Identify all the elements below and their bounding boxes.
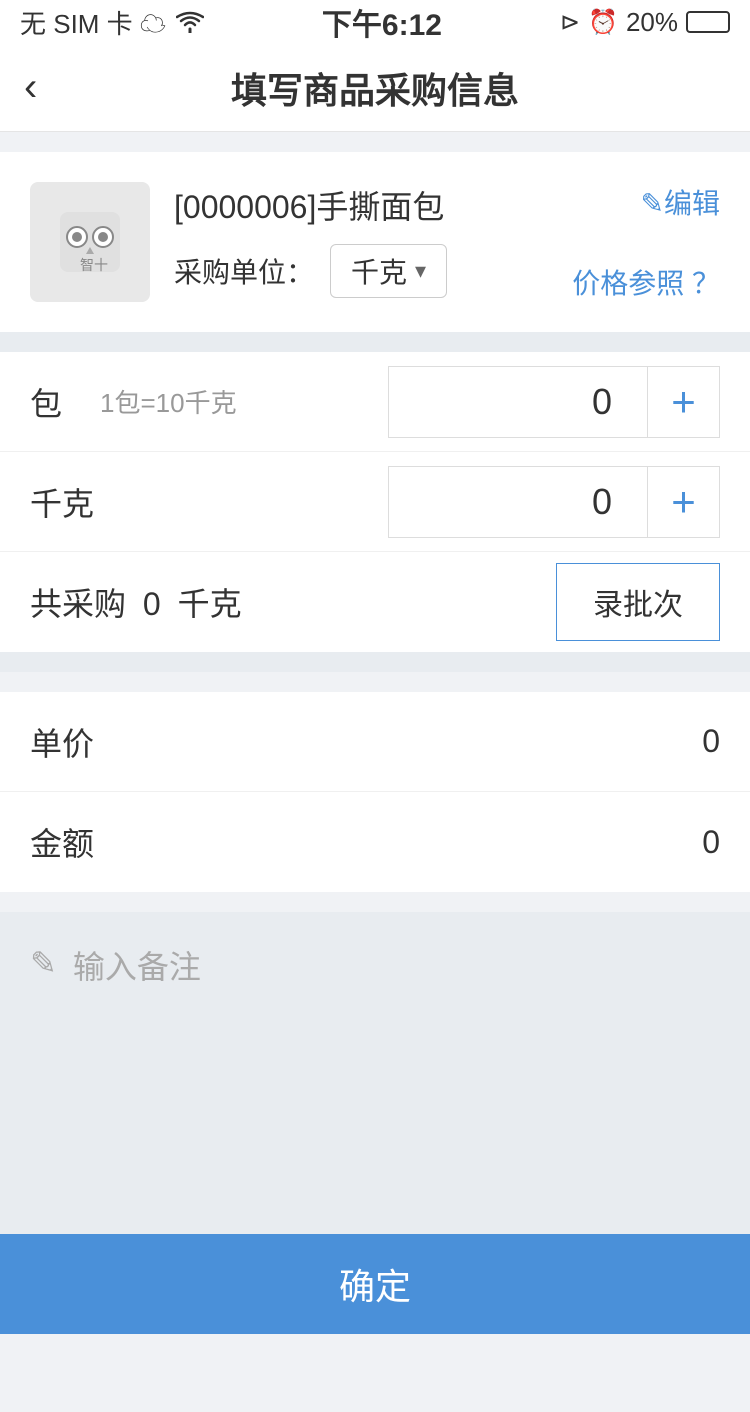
price-section: 单价 0 金额 0	[0, 692, 750, 892]
kg-plus-button[interactable]: +	[648, 466, 720, 538]
back-button[interactable]: ‹	[24, 65, 37, 110]
bag-input-row: 包 1包=10千克 +	[0, 352, 750, 452]
status-left: 无 SIM 卡 ☁	[20, 4, 204, 41]
unit-price-value: 0	[702, 723, 720, 760]
sim-status: 无 SIM 卡 ☁	[20, 4, 166, 41]
alarm-icon: ⏰	[588, 8, 618, 37]
kg-input-right: +	[388, 466, 720, 538]
total-row: 共采购 0 千克 录批次	[0, 552, 750, 652]
product-card: 智十 [0000006]手撕面包 采购单位： 千克 ▾ ✎编辑 价格参照 ？	[0, 152, 750, 332]
kg-input-row: 千克 +	[0, 452, 750, 552]
divider-band-2	[0, 652, 750, 672]
unit-price-row: 单价 0	[0, 692, 750, 792]
edit-button[interactable]: ✎编辑	[641, 182, 720, 222]
bag-label: 包	[30, 379, 90, 425]
total-label: 共采购 0 千克	[30, 579, 242, 625]
bag-plus-button[interactable]: +	[648, 366, 720, 438]
svg-text:智十: 智十	[80, 257, 108, 273]
remark-pencil-icon: ✎	[30, 944, 57, 982]
wifi-icon	[176, 11, 204, 33]
total-prefix: 共采购	[30, 586, 126, 622]
product-name: [0000006]手撕面包	[174, 182, 720, 228]
record-batch-button[interactable]: 录批次	[556, 563, 720, 641]
status-bar: 无 SIM 卡 ☁ 下午6:12 ⊳ ⏰ 20%	[0, 0, 750, 44]
unit-select[interactable]: 千克 ▾	[330, 244, 447, 298]
confirm-button[interactable]: 确定	[339, 1258, 411, 1310]
page-title: 填写商品采购信息	[231, 62, 519, 114]
battery-percent: 20%	[626, 7, 678, 38]
total-amount: 0	[143, 586, 161, 622]
price-reference-button[interactable]: 价格参照 ？	[572, 262, 720, 302]
product-logo: 智十	[50, 202, 130, 282]
nav-bar: ‹ 填写商品采购信息	[0, 44, 750, 132]
product-image: 智十	[30, 182, 150, 302]
unit-price-label: 单价	[30, 719, 94, 765]
unit-arrow: ▾	[415, 258, 426, 284]
bag-sub-label: 1包=10千克	[100, 383, 237, 420]
location-icon: ⊳	[560, 8, 580, 37]
remark-placeholder: 输入备注	[73, 942, 201, 988]
amount-label: 金额	[30, 819, 94, 865]
amount-row: 金额 0	[0, 792, 750, 892]
amount-value: 0	[702, 824, 720, 861]
unit-value: 千克	[351, 251, 407, 291]
battery-icon	[686, 11, 730, 33]
unit-prefix-label: 采购单位：	[174, 251, 314, 291]
total-unit: 千克	[178, 586, 242, 622]
input-section: 包 1包=10千克 + 千克 + 共采购 0 千克 录批次	[0, 352, 750, 652]
status-right: ⊳ ⏰ 20%	[560, 7, 730, 38]
kg-qty-input[interactable]	[388, 466, 648, 538]
confirm-section[interactable]: 确定	[0, 1234, 750, 1334]
divider-band-1	[0, 332, 750, 352]
status-time: 下午6:12	[322, 0, 442, 44]
bag-input-right: +	[388, 366, 720, 438]
kg-label: 千克	[30, 479, 94, 525]
bag-qty-input[interactable]	[388, 366, 648, 438]
